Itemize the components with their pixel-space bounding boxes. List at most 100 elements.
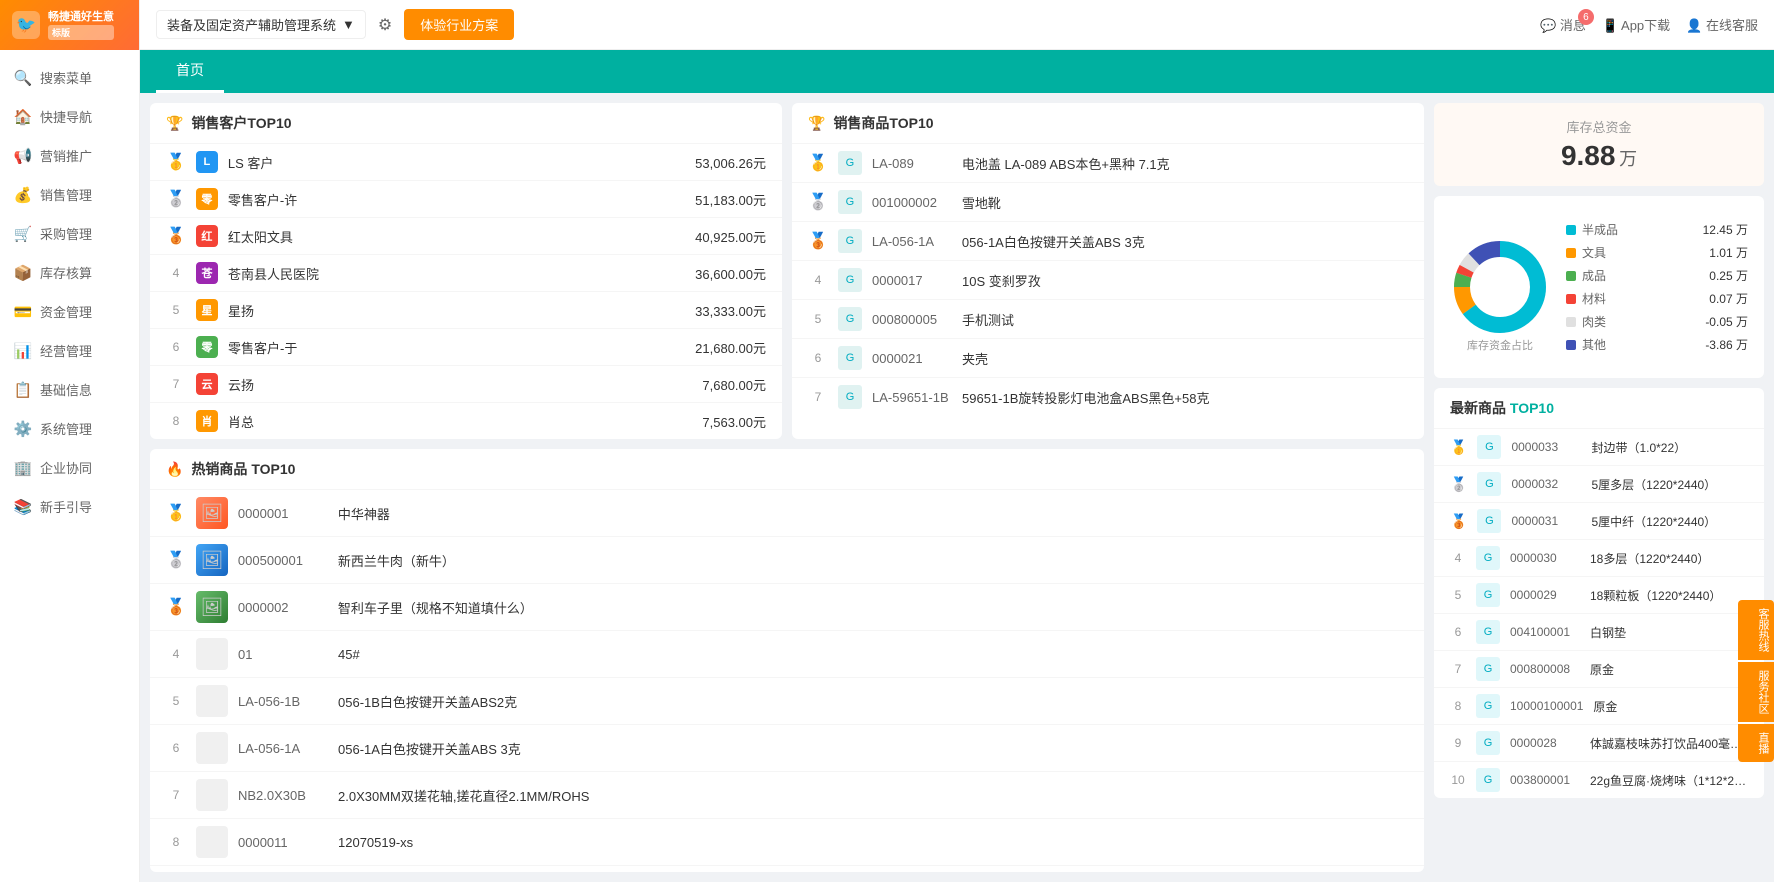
dropdown-icon: ▼ xyxy=(342,17,355,32)
legend-item: 半成品 12.45 万 xyxy=(1566,218,1748,241)
float-btn-community[interactable]: 服务社区 xyxy=(1738,662,1774,722)
new-product-row: 5 G 0000029 18颗粒板（1220*2440） xyxy=(1434,576,1764,613)
donut-svg xyxy=(1450,237,1550,337)
customer-row: 8 肖 肖总 7,563.00元 xyxy=(150,402,782,439)
medal-icon: 🥉 xyxy=(166,597,186,617)
float-btn-service[interactable]: 客服热线 xyxy=(1738,600,1774,660)
middle-panel: 🏆 销售客户TOP10 🥇 L LS 客户 53,006.26元 🥈 零 零售客… xyxy=(140,93,1434,882)
product-thumb-small: G xyxy=(838,346,862,370)
legend-item: 成品 0.25 万 xyxy=(1566,264,1748,287)
customer-row: 🥉 红 红太阳文具 40,925.00元 xyxy=(150,217,782,254)
hot-product-thumb xyxy=(196,638,228,670)
right-panel: 库存总资金 9.88 万 xyxy=(1434,93,1774,882)
new-product-name: 5厘多层（1220*2440） xyxy=(1591,476,1748,493)
sidebar-item-guide[interactable]: 📚 新手引导 xyxy=(0,487,139,526)
new-product-thumb: G xyxy=(1476,546,1500,570)
sidebar-item-enterprise[interactable]: 🏢 企业协同 xyxy=(0,448,139,487)
legend-item: 材料 0.07 万 xyxy=(1566,287,1748,310)
legend-name: 肉类 xyxy=(1582,313,1682,330)
legend-value: -0.05 万 xyxy=(1688,313,1748,330)
purchase-icon: 🛒 xyxy=(14,225,32,243)
rank-num: 10 xyxy=(1450,773,1466,787)
medal-icon: 🥈 xyxy=(1450,476,1467,493)
product-code: LA-59651-1B xyxy=(872,390,952,405)
customer-name: 云扬 xyxy=(228,375,656,394)
product-name: 056-1A白色按键开关盖ABS 3克 xyxy=(962,232,1408,251)
hot-product-name: 中华神器 xyxy=(338,504,1408,523)
rank-num: 8 xyxy=(1450,699,1466,713)
trial-button[interactable]: 体验行业方案 xyxy=(404,9,514,40)
product-thumb-small: G xyxy=(838,268,862,292)
new-product-row: 🥇 G 0000033 封边带（1.0*22） xyxy=(1434,428,1764,465)
sales-icon: 💰 xyxy=(14,186,32,204)
legend-value: -3.86 万 xyxy=(1688,336,1748,353)
tab-home[interactable]: 首页 xyxy=(156,50,224,93)
hot-product-code: 01 xyxy=(238,647,328,662)
new-product-row: 9 G 0000028 体誠嘉枝味苏打饮品400毫升（1*15） xyxy=(1434,724,1764,761)
customer-value: 21,680.00元 xyxy=(666,338,766,357)
settings-icon[interactable]: ⚙ xyxy=(378,15,392,35)
new-product-code: 0000028 xyxy=(1510,736,1580,750)
medal-icon: 🥇 xyxy=(166,503,186,523)
hot-product-row: 6 LA-056-1A 056-1A白色按键开关盖ABS 3克 xyxy=(150,724,1424,771)
customer-row: 5 星 星扬 33,333.00元 xyxy=(150,291,782,328)
hot-product-name: 12070519-xs xyxy=(338,835,1408,850)
rank-num: 7 xyxy=(166,788,186,802)
finance-icon: 💳 xyxy=(14,303,32,321)
top-sections: 🏆 销售客户TOP10 🥇 L LS 客户 53,006.26元 🥈 零 零售客… xyxy=(150,103,1424,439)
sidebar-item-system[interactable]: ⚙️ 系统管理 xyxy=(0,409,139,448)
float-btn-live[interactable]: 直播 xyxy=(1738,724,1774,762)
legend-dot xyxy=(1566,248,1576,258)
customer-row: 🥇 L LS 客户 53,006.26元 xyxy=(150,143,782,180)
sidebar-item-basics[interactable]: 📋 基础信息 xyxy=(0,370,139,409)
legend-dot xyxy=(1566,271,1576,281)
operations-icon: 📊 xyxy=(14,342,32,360)
new-product-row: 6 G 004100001 白钢垫 xyxy=(1434,613,1764,650)
customer-value: 53,006.26元 xyxy=(666,153,766,172)
customer-ranking-header: 🏆 销售客户TOP10 xyxy=(150,103,782,143)
sidebar-item-sales[interactable]: 💰 销售管理 xyxy=(0,175,139,214)
messages-badge[interactable]: 💬 消息 6 xyxy=(1540,15,1586,34)
product-code: 0000021 xyxy=(872,351,952,366)
sidebar-item-operations[interactable]: 📊 经营管理 xyxy=(0,331,139,370)
sidebar-item-inventory[interactable]: 📦 库存核算 xyxy=(0,253,139,292)
hot-product-code: LA-056-1A xyxy=(238,741,328,756)
customer-row: 6 零 零售客户-于 21,680.00元 xyxy=(150,328,782,365)
customer-name: LS 客户 xyxy=(228,153,656,172)
rank-num: 5 xyxy=(1450,588,1466,602)
system-selector[interactable]: 装备及固定资产辅助管理系统 ▼ xyxy=(156,10,366,39)
sidebar-item-finance[interactable]: 💳 资金管理 xyxy=(0,292,139,331)
rank-num: 5 xyxy=(166,303,186,317)
new-product-name: 22g鱼豆腐·烧烤味（1*12*20） xyxy=(1590,772,1748,789)
new-product-row: 10 G 003800001 22g鱼豆腐·烧烤味（1*12*20） xyxy=(1434,761,1764,798)
customer-value: 51,183.00元 xyxy=(666,190,766,209)
sidebar-item-search[interactable]: 🔍 搜索菜单 xyxy=(0,58,139,97)
hot-product-code: 0000002 xyxy=(238,600,328,615)
rank-num: 4 xyxy=(166,266,186,280)
product-row: 7 G LA-59651-1B 59651-1B旋转投影灯电池盒ABS黑色+58… xyxy=(792,377,1424,416)
sidebar-item-purchase[interactable]: 🛒 采购管理 xyxy=(0,214,139,253)
hot-product-code: 000500001 xyxy=(238,553,328,568)
hot-product-code: LA-056-1B xyxy=(238,694,328,709)
medal-icon: 🥈 xyxy=(166,550,186,570)
marketing-icon: 📢 xyxy=(14,147,32,165)
app-download-btn[interactable]: 📱 App下载 xyxy=(1602,15,1670,34)
rank-num: 5 xyxy=(166,694,186,708)
inventory-unit: 万 xyxy=(1619,149,1637,169)
customer-name: 苍南县人民医院 xyxy=(228,264,656,283)
sidebar-item-marketing[interactable]: 📢 营销推广 xyxy=(0,136,139,175)
sidebar-item-quicknav[interactable]: 🏠 快捷导航 xyxy=(0,97,139,136)
product-code: 0000017 xyxy=(872,273,952,288)
online-service-btn[interactable]: 👤 在线客服 xyxy=(1686,15,1758,34)
hot-product-row: 🥈 🖼 000500001 新西兰牛肉（新牛） xyxy=(150,536,1424,583)
legend-value: 0.07 万 xyxy=(1688,290,1748,307)
hot-product-row: 7 NB2.0X30B 2.0X30MM双搓花轴,搓花直径2.1MM/ROHS xyxy=(150,771,1424,818)
product-list: 🥇 G LA-089 电池盖 LA-089 ABS本色+黑种 7.1克 🥈 G … xyxy=(792,143,1424,416)
rank-num: 7 xyxy=(808,390,828,404)
customer-value: 7,563.00元 xyxy=(666,412,766,431)
hot-products-card: 🔥 热销商品 TOP10 🥇 🖼 0000001 中华神器 🥈 🖼 000500… xyxy=(150,449,1424,872)
product-thumb-small: G xyxy=(838,229,862,253)
customer-badge: 零 xyxy=(196,336,218,358)
hot-product-code: NB2.0X30B xyxy=(238,788,328,803)
rank-num: 4 xyxy=(166,647,186,661)
